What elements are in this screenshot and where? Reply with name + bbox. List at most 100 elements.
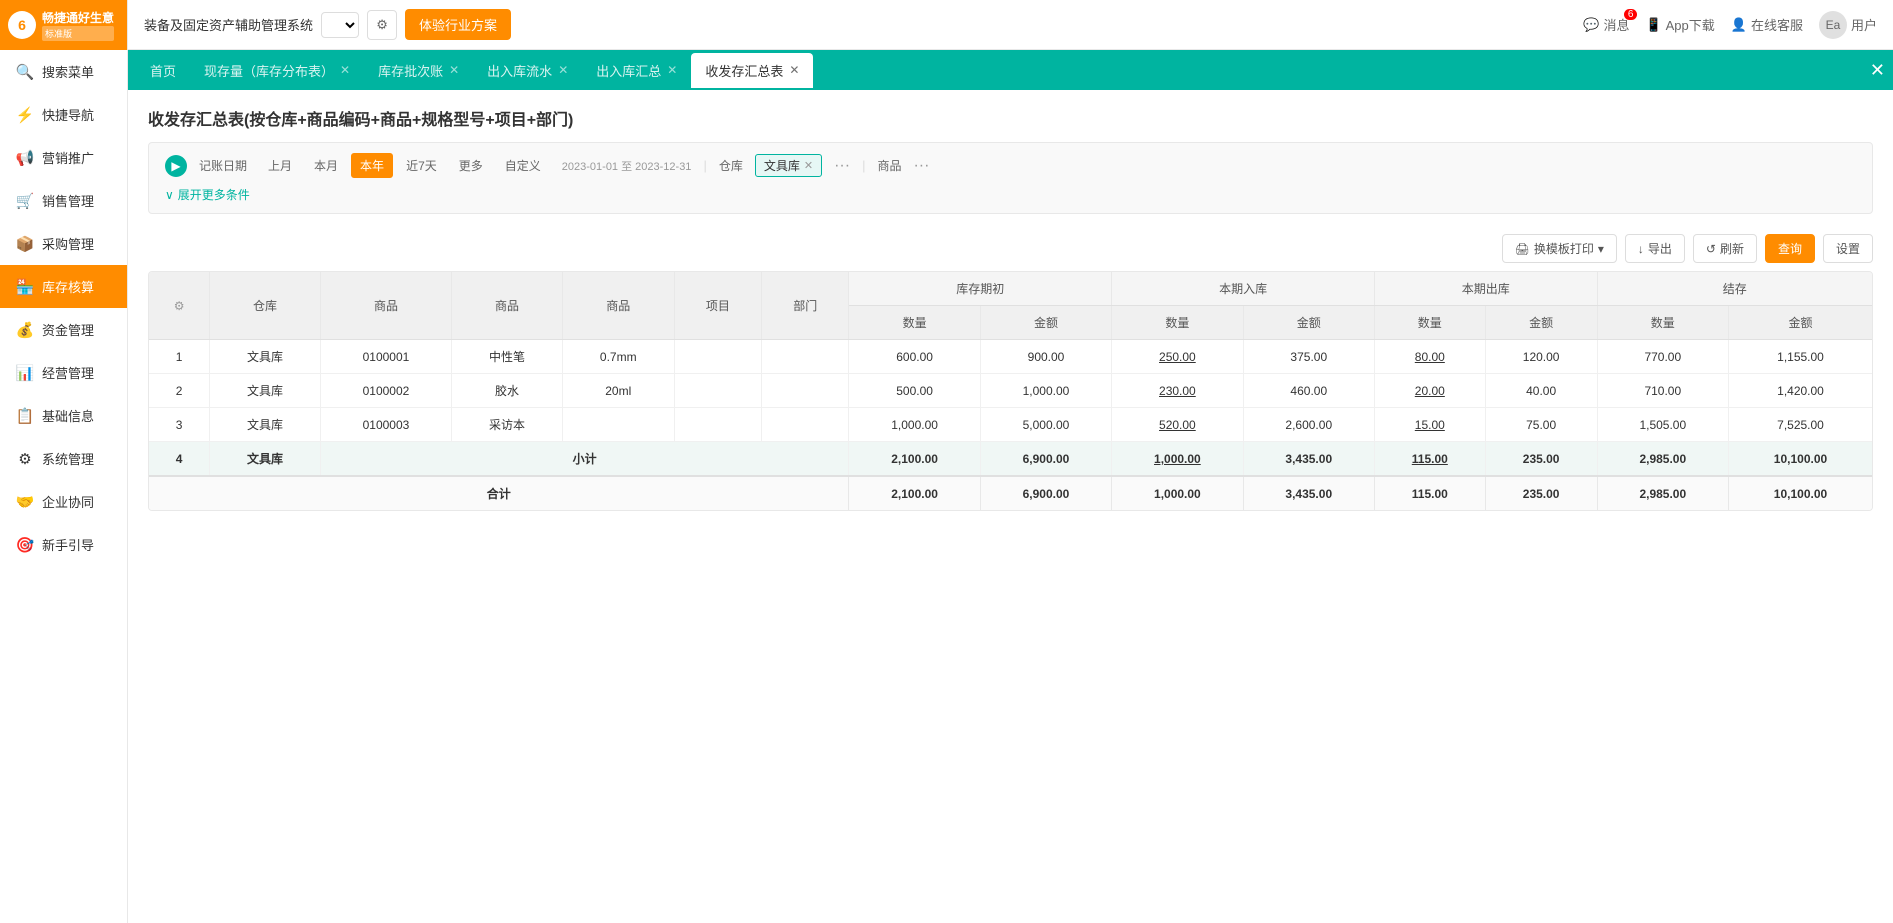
cell-name: 胶水 bbox=[452, 374, 563, 408]
sidebar-item-operations[interactable]: 📊经营管理 bbox=[0, 351, 127, 394]
cell-bal-amt: 1,420.00 bbox=[1729, 374, 1873, 408]
cell-bal-amt: 1,155.00 bbox=[1729, 340, 1873, 374]
app-download-item[interactable]: 📱 App下载 bbox=[1645, 15, 1714, 34]
subtotal-out-amt: 235.00 bbox=[1485, 442, 1597, 477]
date-filter-label: 记账日期 bbox=[199, 157, 247, 174]
finance-icon: 💰 bbox=[16, 321, 34, 339]
sidebar-item-search[interactable]: 🔍搜索菜单 bbox=[0, 50, 127, 93]
main-area: 装备及固定资产辅助管理系统 ⚙ 体验行业方案 💬 消息 6 📱 App下载 👤 … bbox=[128, 0, 1893, 923]
date-btn-自定义[interactable]: 自定义 bbox=[496, 153, 550, 178]
tabbar-close-all[interactable]: ✕ bbox=[1870, 60, 1885, 81]
cell-project bbox=[674, 408, 761, 442]
export-button[interactable]: ↓ 导出 bbox=[1625, 234, 1685, 263]
cell-out-qty[interactable]: 20.00 bbox=[1374, 374, 1485, 408]
date-buttons: 上月本月本年近7天更多自定义 bbox=[259, 153, 550, 178]
trial-button[interactable]: 体验行业方案 bbox=[405, 9, 511, 40]
warehouse-tag-close[interactable]: ✕ bbox=[804, 159, 813, 172]
tabbar: 首页现存量（库存分布表）✕库存批次账✕出入库流水✕出入库汇总✕收发存汇总表✕✕ bbox=[128, 50, 1893, 90]
tab-batch-ledger[interactable]: 库存批次账✕ bbox=[364, 53, 473, 88]
user-avatar-item[interactable]: Ea 用户 bbox=[1819, 11, 1877, 39]
page-title: 收发存汇总表(按仓库+商品编码+商品+规格型号+项目+部门) bbox=[148, 106, 1873, 130]
goods-more[interactable]: ··· bbox=[913, 157, 929, 175]
tab-in-out-flow[interactable]: 出入库流水✕ bbox=[473, 53, 582, 88]
date-btn-上月[interactable]: 上月 bbox=[259, 153, 301, 178]
online-service-item[interactable]: 👤 在线客服 bbox=[1731, 15, 1803, 34]
system-name: 装备及固定资产辅助管理系统 bbox=[144, 15, 313, 34]
tab-in-out-summary[interactable]: 出入库汇总✕ bbox=[582, 53, 691, 88]
cell-out-amt: 120.00 bbox=[1485, 340, 1597, 374]
sidebar: 6 畅捷通好生意 标准版 🔍搜索菜单⚡快捷导航📢营销推广🛒销售管理📦采购管理🏪库… bbox=[0, 0, 128, 923]
print-icon: 🖨 bbox=[1515, 242, 1530, 256]
sidebar-item-label: 基础信息 bbox=[42, 406, 94, 425]
system-icon: ⚙ bbox=[16, 450, 34, 468]
sidebar-item-finance[interactable]: 💰资金管理 bbox=[0, 308, 127, 351]
sidebar-item-base-info[interactable]: 📋基础信息 bbox=[0, 394, 127, 437]
sidebar-item-sales[interactable]: 🛒销售管理 bbox=[0, 179, 127, 222]
warehouse-tag-text: 文具库 bbox=[764, 157, 800, 174]
message-icon-item[interactable]: 💬 消息 6 bbox=[1583, 15, 1629, 34]
goods-label: 商品 bbox=[877, 157, 901, 174]
cell-in-qty[interactable]: 520.00 bbox=[1112, 408, 1243, 442]
th-out-qty: 数量 bbox=[1374, 306, 1485, 340]
filter-divider: | bbox=[703, 158, 706, 173]
subtotal-open-qty: 2,100.00 bbox=[849, 442, 980, 477]
filter-arrow[interactable]: ▶ bbox=[165, 155, 187, 177]
cell-open-qty: 500.00 bbox=[849, 374, 980, 408]
tab-close-recv-send-summary[interactable]: ✕ bbox=[789, 63, 799, 77]
sidebar-item-purchase[interactable]: 📦 采购管理 bbox=[0, 222, 127, 265]
cell-bal-qty: 1,505.00 bbox=[1597, 408, 1728, 442]
table-row: 2 文具库 0100002 胶水 20ml 500.00 1,000.00 23… bbox=[149, 374, 1872, 408]
page-content: 收发存汇总表(按仓库+商品编码+商品+规格型号+项目+部门) ▶ 记账日期 上月… bbox=[128, 90, 1893, 923]
gear-button[interactable]: ⚙ bbox=[367, 10, 397, 40]
sidebar-item-label: 系统管理 bbox=[42, 449, 94, 468]
sidebar-item-system[interactable]: ⚙ 系统管理 bbox=[0, 437, 127, 480]
settings-button[interactable]: 设置 bbox=[1823, 234, 1873, 263]
sidebar-item-quick-nav[interactable]: ⚡快捷导航 bbox=[0, 93, 127, 136]
date-btn-更多[interactable]: 更多 bbox=[450, 153, 492, 178]
cell-open-qty: 600.00 bbox=[849, 340, 980, 374]
th-dept: 部门 bbox=[762, 272, 849, 340]
date-btn-近7天[interactable]: 近7天 bbox=[397, 153, 446, 178]
cell-out-qty[interactable]: 80.00 bbox=[1374, 340, 1485, 374]
app-download-label: App下载 bbox=[1666, 15, 1715, 34]
data-table: ⚙ 仓库 商品 商品 商品 项目 部门 库存期初 本期入库 本期出库 结存 数量 bbox=[149, 272, 1872, 510]
query-button[interactable]: 查询 bbox=[1765, 234, 1815, 263]
cell-out-amt: 75.00 bbox=[1485, 408, 1597, 442]
table-subtotal-row: 4 文具库 小计 2,100.00 6,900.00 1,000.00 3,43… bbox=[149, 442, 1872, 477]
query-label: 查询 bbox=[1778, 240, 1802, 257]
filter-bar: ▶ 记账日期 上月本月本年近7天更多自定义 2023-01-01 至 2023-… bbox=[148, 142, 1873, 214]
sidebar-item-label: 经营管理 bbox=[42, 363, 94, 382]
cell-open-amt: 1,000.00 bbox=[980, 374, 1111, 408]
date-btn-本年[interactable]: 本年 bbox=[351, 153, 393, 178]
print-button[interactable]: 🖨 换模板打印 ▾ bbox=[1502, 234, 1617, 263]
tab-home[interactable]: 首页 bbox=[136, 53, 190, 88]
date-btn-本月[interactable]: 本月 bbox=[305, 153, 347, 178]
cell-dept bbox=[762, 408, 849, 442]
cell-code: 0100003 bbox=[320, 408, 451, 442]
sidebar-item-guide[interactable]: 🎯新手引导 bbox=[0, 523, 127, 566]
cell-in-amt: 460.00 bbox=[1243, 374, 1374, 408]
cell-in-qty[interactable]: 250.00 bbox=[1112, 340, 1243, 374]
warehouse-more[interactable]: ··· bbox=[834, 157, 850, 175]
table-settings-icon[interactable]: ⚙ bbox=[174, 299, 185, 313]
sidebar-item-marketing[interactable]: 📢营销推广 bbox=[0, 136, 127, 179]
tab-close-stock-dist[interactable]: ✕ bbox=[340, 63, 350, 77]
cell-out-qty[interactable]: 15.00 bbox=[1374, 408, 1485, 442]
purchase-icon: 📦 bbox=[16, 235, 34, 253]
search-icon: 🔍 bbox=[16, 63, 34, 81]
tab-close-batch-ledger[interactable]: ✕ bbox=[449, 63, 459, 77]
sidebar-item-collab[interactable]: 🤝企业协同 bbox=[0, 480, 127, 523]
total-in-amt: 3,435.00 bbox=[1243, 476, 1374, 510]
tab-recv-send-summary[interactable]: 收发存汇总表✕ bbox=[691, 53, 813, 88]
cell-in-qty[interactable]: 230.00 bbox=[1112, 374, 1243, 408]
tab-close-in-out-flow[interactable]: ✕ bbox=[558, 63, 568, 77]
tab-stock-dist[interactable]: 现存量（库存分布表）✕ bbox=[190, 53, 364, 88]
tab-close-in-out-summary[interactable]: ✕ bbox=[667, 63, 677, 77]
sidebar-item-inventory[interactable]: 🏪库存核算 bbox=[0, 265, 127, 308]
refresh-button[interactable]: ↺ 刷新 bbox=[1693, 234, 1757, 263]
quick-nav-icon: ⚡ bbox=[16, 106, 34, 124]
sidebar-item-label: 采购管理 bbox=[42, 234, 94, 253]
th-open-amt: 金额 bbox=[980, 306, 1111, 340]
system-select[interactable] bbox=[321, 12, 359, 38]
expand-more-btn[interactable]: ∨ 展开更多条件 bbox=[165, 186, 250, 203]
